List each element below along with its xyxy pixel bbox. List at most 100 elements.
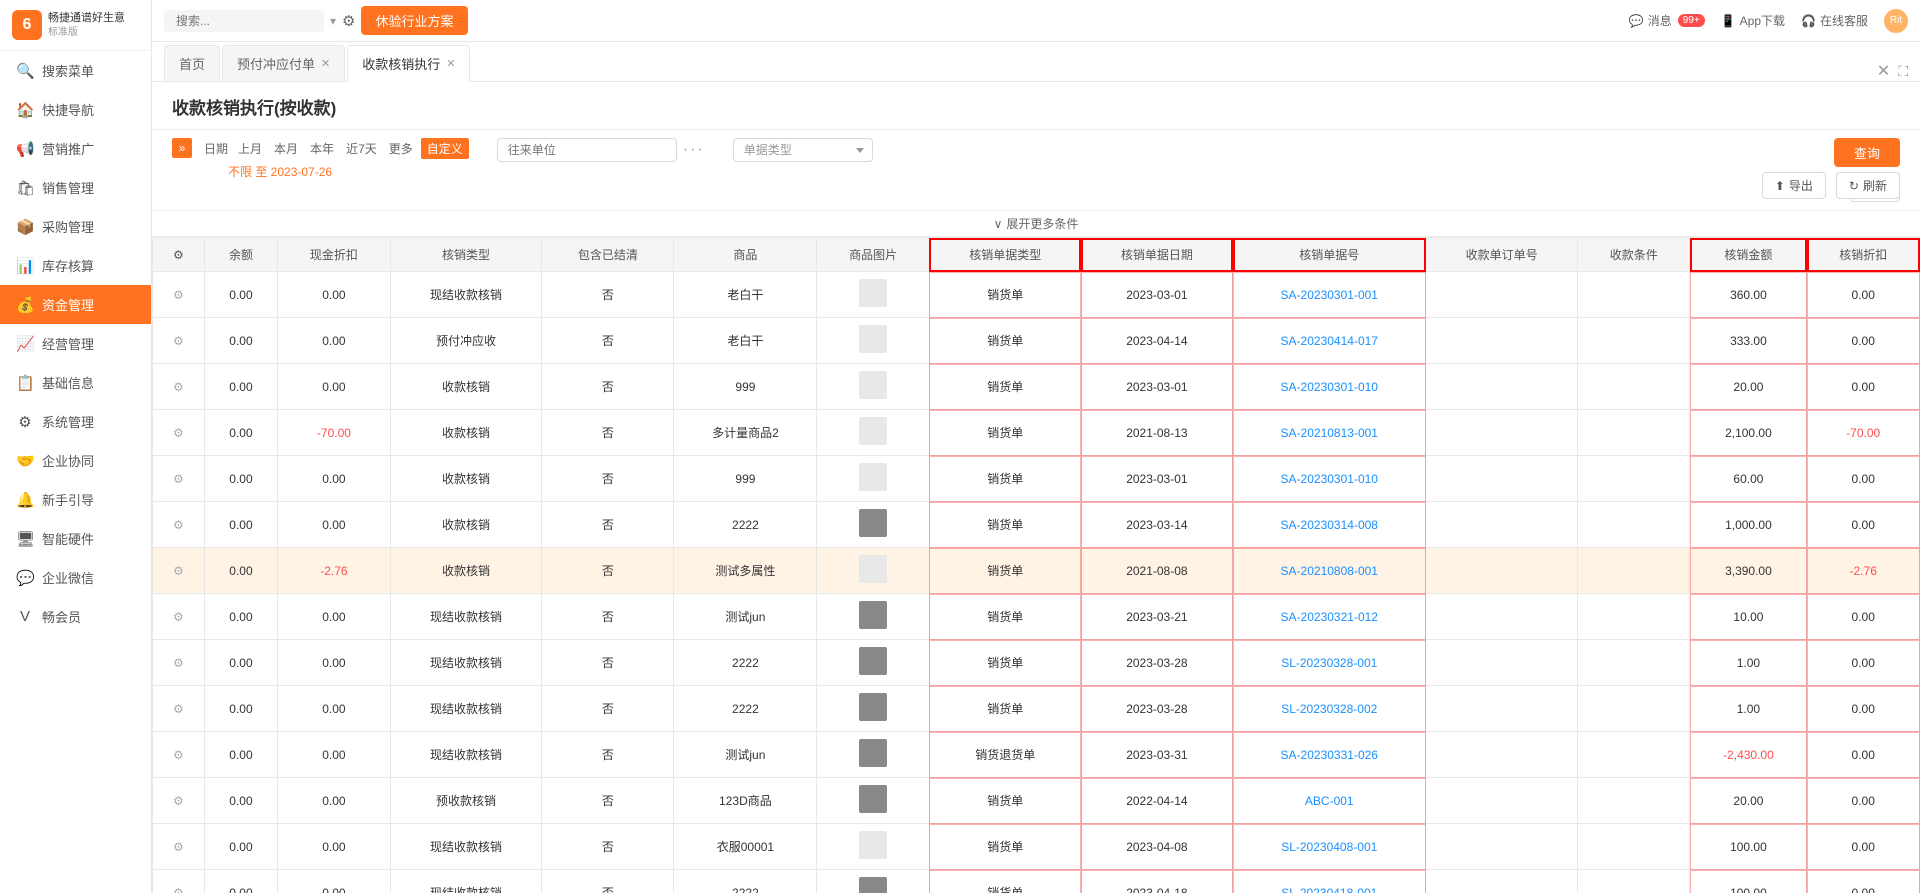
cell-verify_bill_no-9[interactable]: SL-20230328-002	[1233, 686, 1426, 732]
tab-close-2[interactable]: ✕	[446, 57, 455, 70]
bill-no-link-0[interactable]: SA-20230301-001	[1281, 288, 1378, 302]
maximize-icon[interactable]: ⛶	[1898, 63, 1908, 80]
topbar-dropdown-icon[interactable]: ▾	[330, 14, 336, 28]
date-btn-7days[interactable]: 近7天	[342, 138, 381, 159]
cell-verify_bill_date-3: 2021-08-13	[1081, 410, 1233, 456]
cell-included_settled-11: 否	[542, 778, 674, 824]
sidebar-label-nav: 快捷导航	[42, 100, 94, 119]
bill-no-link-2[interactable]: SA-20230301-010	[1281, 380, 1378, 394]
goods-img-1	[859, 325, 887, 353]
tab-2[interactable]: 收款核销执行✕	[347, 45, 470, 82]
sidebar-item-inventory[interactable]: 📊库存核算	[0, 246, 151, 285]
sidebar-item-sales[interactable]: 🛍销售管理	[0, 168, 151, 207]
message-item[interactable]: 💬 消息 99+	[1629, 12, 1705, 29]
sidebar-item-enterprise[interactable]: 🤝企业协同	[0, 441, 151, 480]
bill-no-link-5[interactable]: SA-20230314-008	[1281, 518, 1378, 532]
cell-settings-1: ⚙	[153, 318, 205, 364]
cell-verify_bill_no-5[interactable]: SA-20230314-008	[1233, 502, 1426, 548]
cell-goods_img-5	[817, 502, 930, 548]
query-button[interactable]: 查询	[1834, 138, 1900, 167]
cell-receipt_order_no-7	[1426, 594, 1578, 640]
date-btn-last-month[interactable]: 上月	[234, 138, 266, 159]
cell-verify_bill_no-0[interactable]: SA-20230301-001	[1233, 272, 1426, 318]
cell-verify_bill_no-11[interactable]: ABC-001	[1233, 778, 1426, 824]
tab-close-1[interactable]: ✕	[321, 57, 330, 70]
bill-no-link-4[interactable]: SA-20230301-010	[1281, 472, 1378, 486]
bill-no-link-1[interactable]: SA-20230414-017	[1281, 334, 1378, 348]
sidebar-item-search[interactable]: 🔍搜索菜单	[0, 51, 151, 90]
tab-label-1: 预付冲应付单	[237, 54, 315, 73]
sidebar-item-operation[interactable]: 📈经营管理	[0, 324, 151, 363]
topbar-search-input[interactable]	[164, 10, 324, 32]
cell-verify_bill_type-9: 销货单	[929, 686, 1081, 732]
data-table-area[interactable]: ⚙余额现金折扣核销类型包含已结清商品商品图片核销单据类型核销单据日期核销单据号收…	[152, 237, 1920, 893]
sidebar-item-marketing[interactable]: 📢营销推广	[0, 129, 151, 168]
bill-no-link-7[interactable]: SA-20230321-012	[1281, 610, 1378, 624]
cell-verify_bill_no-3[interactable]: SA-20210813-001	[1233, 410, 1426, 456]
cell-cash_discount-4: 0.00	[278, 456, 391, 502]
cell-settings-0: ⚙	[153, 272, 205, 318]
tab-0[interactable]: 首页	[164, 45, 220, 81]
online-service-item[interactable]: 🎧 在线客服	[1801, 12, 1868, 29]
sidebar-item-base[interactable]: 📋基础信息	[0, 363, 151, 402]
sidebar-item-purchase[interactable]: 📦采购管理	[0, 207, 151, 246]
user-avatar[interactable]: Rit	[1884, 9, 1908, 33]
cell-verify_bill_no-4[interactable]: SA-20230301-010	[1233, 456, 1426, 502]
sidebar-item-guide[interactable]: 🔔新手引导	[0, 480, 151, 519]
date-btn-more[interactable]: 更多	[385, 138, 417, 159]
cell-verify_bill_no-2[interactable]: SA-20230301-010	[1233, 364, 1426, 410]
cell-verify_bill_no-12[interactable]: SL-20230408-001	[1233, 824, 1426, 870]
date-btn-custom[interactable]: 自定义	[421, 138, 469, 159]
table-row: ⚙0.000.00现结收款核销否衣服00001销货单2023-04-08SL-2…	[153, 824, 1920, 870]
filter-expand-button[interactable]: »	[172, 138, 192, 158]
sidebar-item-member[interactable]: V畅会员	[0, 597, 151, 636]
cell-verify_bill_no-8[interactable]: SL-20230328-001	[1233, 640, 1426, 686]
date-btn-this-month[interactable]: 本月	[270, 138, 302, 159]
bill-no-link-12[interactable]: SL-20230408-001	[1281, 840, 1377, 854]
sidebar-label-member: 畅会员	[42, 607, 81, 626]
bill-no-link-11[interactable]: ABC-001	[1305, 794, 1354, 808]
sidebar-item-finance[interactable]: 💰资金管理	[0, 285, 151, 324]
cell-verify_bill_no-10[interactable]: SA-20230331-026	[1233, 732, 1426, 778]
page-header: 收款核销执行(按收款)	[152, 82, 1920, 130]
sidebar-item-hardware[interactable]: 🖥智能硬件	[0, 519, 151, 558]
bill-no-link-13[interactable]: SL-20230418-001	[1281, 886, 1377, 893]
bill-no-link-6[interactable]: SA-20210808-001	[1281, 564, 1378, 578]
bill-type-select[interactable]: 单据类型	[733, 138, 873, 162]
partner-input[interactable]	[497, 138, 677, 162]
sidebar-item-system[interactable]: ⚙系统管理	[0, 402, 151, 441]
cell-receipt_order_no-3	[1426, 410, 1578, 456]
table-row: ⚙0.000.00收款核销否999销货单2023-03-01SA-2023030…	[153, 364, 1920, 410]
cell-verify_bill_date-10: 2023-03-31	[1081, 732, 1233, 778]
export-button[interactable]: ⬆ 导出	[1762, 172, 1826, 199]
cell-verify_bill_no-1[interactable]: SA-20230414-017	[1233, 318, 1426, 364]
cell-settings-10: ⚙	[153, 732, 205, 778]
goods-img-11	[859, 785, 887, 813]
date-btn-this-year[interactable]: 本年	[306, 138, 338, 159]
nav-icon: 🏠	[16, 101, 34, 119]
cell-verify_bill_no-6[interactable]: SA-20210808-001	[1233, 548, 1426, 594]
bill-no-link-9[interactable]: SL-20230328-002	[1281, 702, 1377, 716]
app-download-item[interactable]: 📱 App下载	[1721, 12, 1785, 29]
partner-dots[interactable]: ···	[683, 141, 705, 159]
topbar-gear-icon[interactable]: ⚙	[342, 12, 355, 30]
expand-more-button[interactable]: ∨ 展开更多条件	[994, 215, 1079, 232]
cell-verify_type-2: 收款核销	[390, 364, 542, 410]
tab-1[interactable]: 预付冲应付单 ✕	[222, 45, 345, 81]
cell-verify_discount-11: 0.00	[1807, 778, 1920, 824]
th-verify_bill_date: 核销单据日期	[1081, 238, 1233, 272]
refresh-button[interactable]: ↻ 刷新	[1836, 172, 1900, 199]
bill-no-link-3[interactable]: SA-20210813-001	[1281, 426, 1378, 440]
sidebar-item-nav[interactable]: 🏠 快捷导航	[0, 90, 151, 129]
industry-solution-button[interactable]: 休验行业方案	[361, 6, 467, 35]
bill-no-link-8[interactable]: SL-20230328-001	[1281, 656, 1377, 670]
table-row: ⚙0.00-70.00收款核销否多计量商品2销货单2021-08-13SA-20…	[153, 410, 1920, 456]
sidebar-item-wechat[interactable]: 💬企业微信	[0, 558, 151, 597]
cell-verify_discount-8: 0.00	[1807, 640, 1920, 686]
cell-verify_bill_no-13[interactable]: SL-20230418-001	[1233, 870, 1426, 893]
close-all-icon[interactable]: ✕	[1877, 61, 1890, 81]
cell-cash_discount-3: -70.00	[278, 410, 391, 456]
bill-no-link-10[interactable]: SA-20230331-026	[1281, 748, 1378, 762]
cell-verify_bill_no-7[interactable]: SA-20230321-012	[1233, 594, 1426, 640]
date-label: 日期	[204, 140, 228, 157]
